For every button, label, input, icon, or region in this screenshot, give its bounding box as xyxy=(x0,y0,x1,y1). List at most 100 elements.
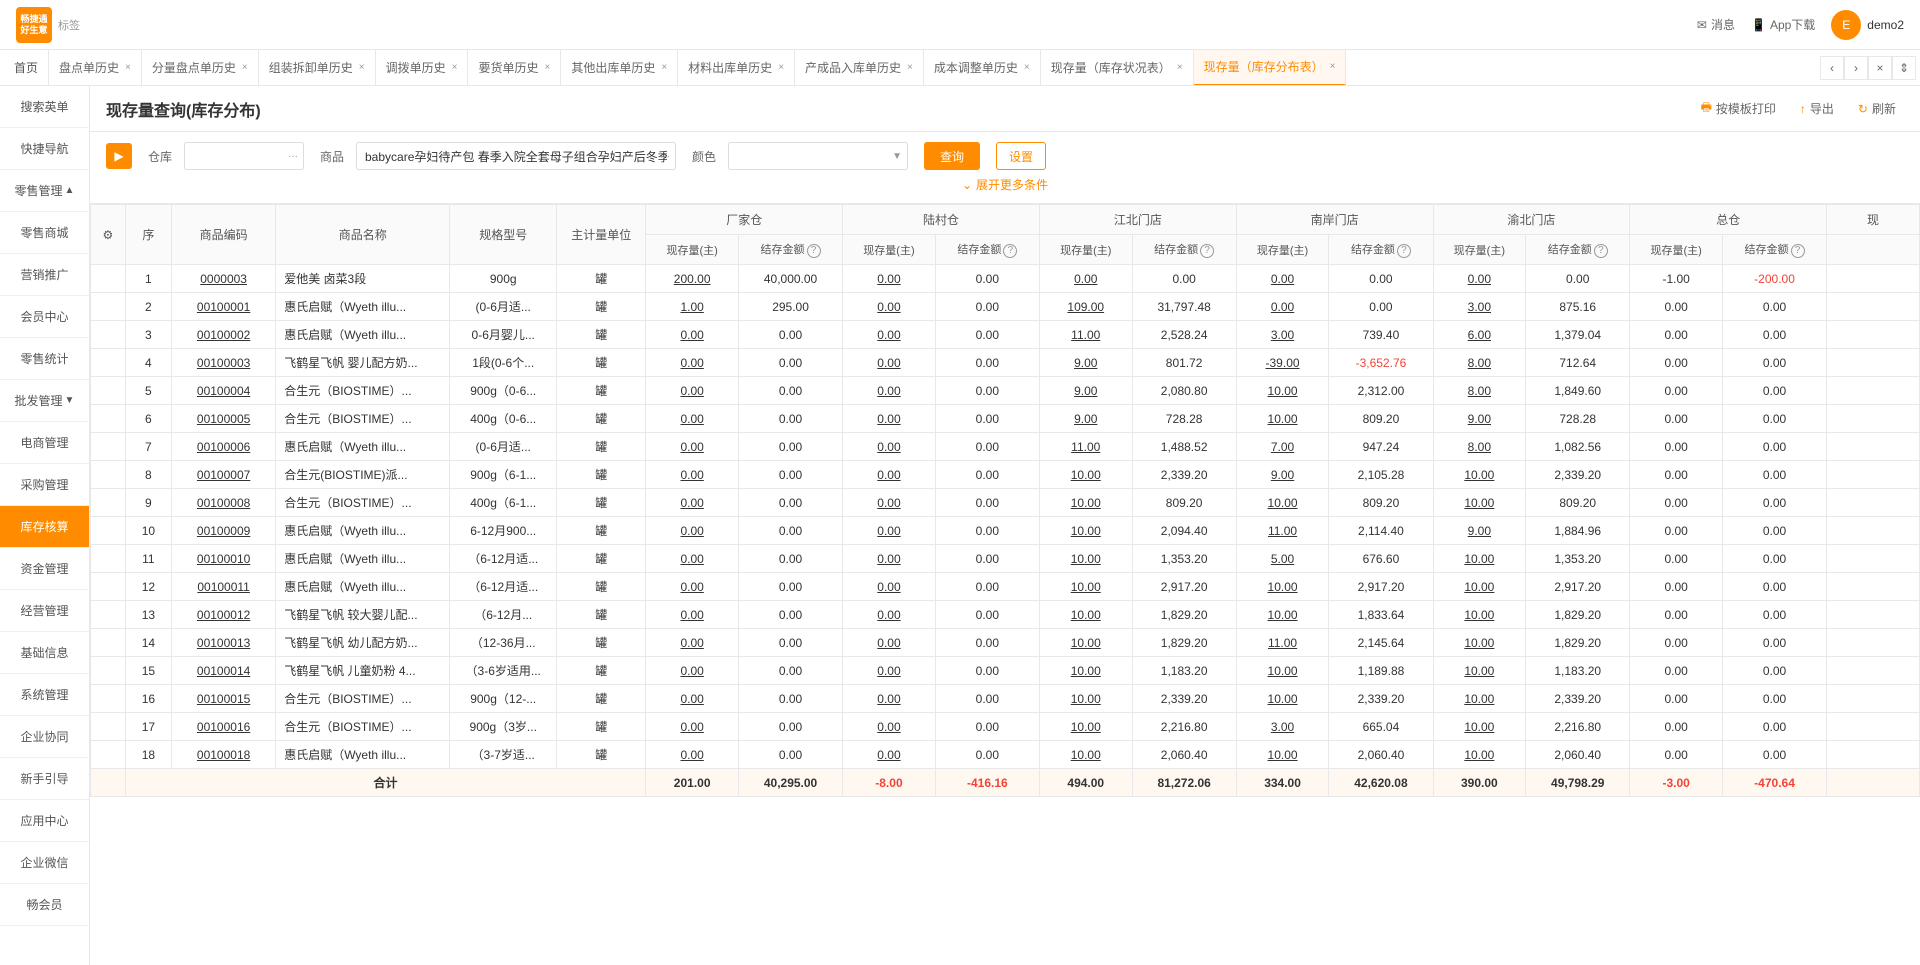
cell-nanan-qty[interactable]: 10.00 xyxy=(1236,601,1329,629)
cell-jiangbei-qty[interactable]: 9.00 xyxy=(1039,405,1132,433)
cell-yubei-qty[interactable]: 10.00 xyxy=(1433,657,1526,685)
cell-jiangbei-qty[interactable]: 109.00 xyxy=(1039,293,1132,321)
cell-yubei-qty[interactable]: 8.00 xyxy=(1433,377,1526,405)
cell-lvcun-qty[interactable]: 0.00 xyxy=(843,377,936,405)
cell-jiangbei-qty[interactable]: 10.00 xyxy=(1039,573,1132,601)
color-input[interactable] xyxy=(728,142,908,170)
cell-factory-qty[interactable]: 0.00 xyxy=(646,321,739,349)
cell-lvcun-qty[interactable]: 0.00 xyxy=(843,461,936,489)
cell-code[interactable]: 00100007 xyxy=(172,461,276,489)
cell-code[interactable]: 0000003 xyxy=(172,265,276,293)
cell-nanan-qty[interactable]: 10.00 xyxy=(1236,377,1329,405)
yubei-amt-info-icon[interactable]: ? xyxy=(1594,244,1608,258)
total-amt-info-icon[interactable]: ? xyxy=(1791,244,1805,258)
cell-nanan-qty[interactable]: 10.00 xyxy=(1236,405,1329,433)
sidebar-item-ecommerce[interactable]: 电商管理 xyxy=(0,422,89,464)
cell-code[interactable]: 00100006 xyxy=(172,433,276,461)
tab-transfer[interactable]: 调拨单历史 × xyxy=(376,50,469,86)
goods-input[interactable] xyxy=(356,142,676,170)
cell-jiangbei-qty[interactable]: 11.00 xyxy=(1039,321,1132,349)
cell-lvcun-qty[interactable]: 0.00 xyxy=(843,349,936,377)
export-btn[interactable]: ↑ 导出 xyxy=(1792,96,1842,121)
cell-yubei-qty[interactable]: 6.00 xyxy=(1433,321,1526,349)
tab-inventory-check[interactable]: 盘点单历史 × xyxy=(49,50,142,86)
cell-factory-qty[interactable]: 0.00 xyxy=(646,601,739,629)
cell-code[interactable]: 00100005 xyxy=(172,405,276,433)
cell-lvcun-qty[interactable]: 0.00 xyxy=(843,573,936,601)
sidebar-item-enterprise[interactable]: 企业协同 xyxy=(0,716,89,758)
cell-nanan-qty[interactable]: 10.00 xyxy=(1236,573,1329,601)
query-btn[interactable]: 查询 xyxy=(924,142,980,170)
cell-lvcun-qty[interactable]: 0.00 xyxy=(843,545,936,573)
tab-other-outbound[interactable]: 其他出库单历史 × xyxy=(561,50,678,86)
cell-jiangbei-qty[interactable]: 9.00 xyxy=(1039,349,1132,377)
cell-lvcun-qty[interactable]: 0.00 xyxy=(843,629,936,657)
cell-code[interactable]: 00100014 xyxy=(172,657,276,685)
cell-lvcun-qty[interactable]: 0.00 xyxy=(843,741,936,769)
sidebar-item-quick-nav[interactable]: 快捷导航 xyxy=(0,128,89,170)
sidebar-item-system[interactable]: 系统管理 xyxy=(0,674,89,716)
search-expand-btn[interactable]: ▶ xyxy=(106,143,132,169)
cell-jiangbei-qty[interactable]: 10.00 xyxy=(1039,461,1132,489)
sidebar-item-wholesale[interactable]: 批发管理 ▼ xyxy=(0,380,89,422)
tab-requisition[interactable]: 要货单历史 × xyxy=(468,50,561,86)
cell-jiangbei-qty[interactable]: 10.00 xyxy=(1039,713,1132,741)
cell-nanan-qty[interactable]: 7.00 xyxy=(1236,433,1329,461)
cell-nanan-qty[interactable]: 10.00 xyxy=(1236,489,1329,517)
cell-nanan-qty[interactable]: 0.00 xyxy=(1236,293,1329,321)
cell-lvcun-qty[interactable]: 0.00 xyxy=(843,713,936,741)
cell-code[interactable]: 00100012 xyxy=(172,601,276,629)
cell-factory-qty[interactable]: 0.00 xyxy=(646,629,739,657)
cell-yubei-qty[interactable]: 0.00 xyxy=(1433,265,1526,293)
cell-yubei-qty[interactable]: 10.00 xyxy=(1433,461,1526,489)
cell-jiangbei-qty[interactable]: 0.00 xyxy=(1039,265,1132,293)
cell-yubei-qty[interactable]: 10.00 xyxy=(1433,601,1526,629)
th-gear[interactable]: ⚙ xyxy=(91,205,126,265)
cell-jiangbei-qty[interactable]: 10.00 xyxy=(1039,629,1132,657)
print-btn[interactable]: 🖶 按模板打印 xyxy=(1693,94,1784,123)
cell-nanan-qty[interactable]: 5.00 xyxy=(1236,545,1329,573)
sidebar-item-guide[interactable]: 新手引导 xyxy=(0,758,89,800)
cell-yubei-qty[interactable]: 10.00 xyxy=(1433,489,1526,517)
cell-factory-qty[interactable]: 0.00 xyxy=(646,573,739,601)
cell-jiangbei-qty[interactable]: 9.00 xyxy=(1039,377,1132,405)
nav-close-all[interactable]: × xyxy=(1868,56,1892,80)
cell-jiangbei-qty[interactable]: 10.00 xyxy=(1039,545,1132,573)
tab-assembly[interactable]: 组装拆卸单历史 × xyxy=(259,50,376,86)
cell-nanan-qty[interactable]: 10.00 xyxy=(1236,741,1329,769)
cell-yubei-qty[interactable]: 10.00 xyxy=(1433,713,1526,741)
sidebar-item-member[interactable]: 会员中心 xyxy=(0,296,89,338)
cell-code[interactable]: 00100002 xyxy=(172,321,276,349)
cell-code[interactable]: 00100004 xyxy=(172,377,276,405)
cell-factory-qty[interactable]: 1.00 xyxy=(646,293,739,321)
messages-btn[interactable]: ✉ 消息 xyxy=(1697,16,1735,33)
sidebar-item-retail-mall[interactable]: 零售商城 xyxy=(0,212,89,254)
cell-nanan-qty[interactable]: 11.00 xyxy=(1236,629,1329,657)
tab-material-outbound[interactable]: 材料出库单历史 × xyxy=(678,50,795,86)
cell-factory-qty[interactable]: 0.00 xyxy=(646,517,739,545)
cell-lvcun-qty[interactable]: 0.00 xyxy=(843,405,936,433)
cell-lvcun-qty[interactable]: 0.00 xyxy=(843,517,936,545)
cell-yubei-qty[interactable]: 10.00 xyxy=(1433,545,1526,573)
sidebar-item-inventory[interactable]: 库存核算 xyxy=(0,506,89,548)
cell-factory-qty[interactable]: 0.00 xyxy=(646,377,739,405)
cell-jiangbei-qty[interactable]: 10.00 xyxy=(1039,685,1132,713)
sidebar-item-retail-stats[interactable]: 零售统计 xyxy=(0,338,89,380)
tab-finished-inbound[interactable]: 产成品入库单历史 × xyxy=(795,50,924,86)
cell-jiangbei-qty[interactable]: 11.00 xyxy=(1039,433,1132,461)
cell-yubei-qty[interactable]: 10.00 xyxy=(1433,741,1526,769)
cell-yubei-qty[interactable]: 9.00 xyxy=(1433,405,1526,433)
cell-factory-qty[interactable]: 0.00 xyxy=(646,685,739,713)
cell-code[interactable]: 00100015 xyxy=(172,685,276,713)
cell-lvcun-qty[interactable]: 0.00 xyxy=(843,489,936,517)
cell-lvcun-qty[interactable]: 0.00 xyxy=(843,685,936,713)
tab-home[interactable]: 首页 xyxy=(4,50,49,86)
cell-yubei-qty[interactable]: 8.00 xyxy=(1433,433,1526,461)
cell-code[interactable]: 00100001 xyxy=(172,293,276,321)
cell-lvcun-qty[interactable]: 0.00 xyxy=(843,433,936,461)
cell-nanan-qty[interactable]: 9.00 xyxy=(1236,461,1329,489)
cell-jiangbei-qty[interactable]: 10.00 xyxy=(1039,741,1132,769)
cell-yubei-qty[interactable]: 10.00 xyxy=(1433,629,1526,657)
cell-code[interactable]: 00100008 xyxy=(172,489,276,517)
cell-lvcun-qty[interactable]: 0.00 xyxy=(843,657,936,685)
